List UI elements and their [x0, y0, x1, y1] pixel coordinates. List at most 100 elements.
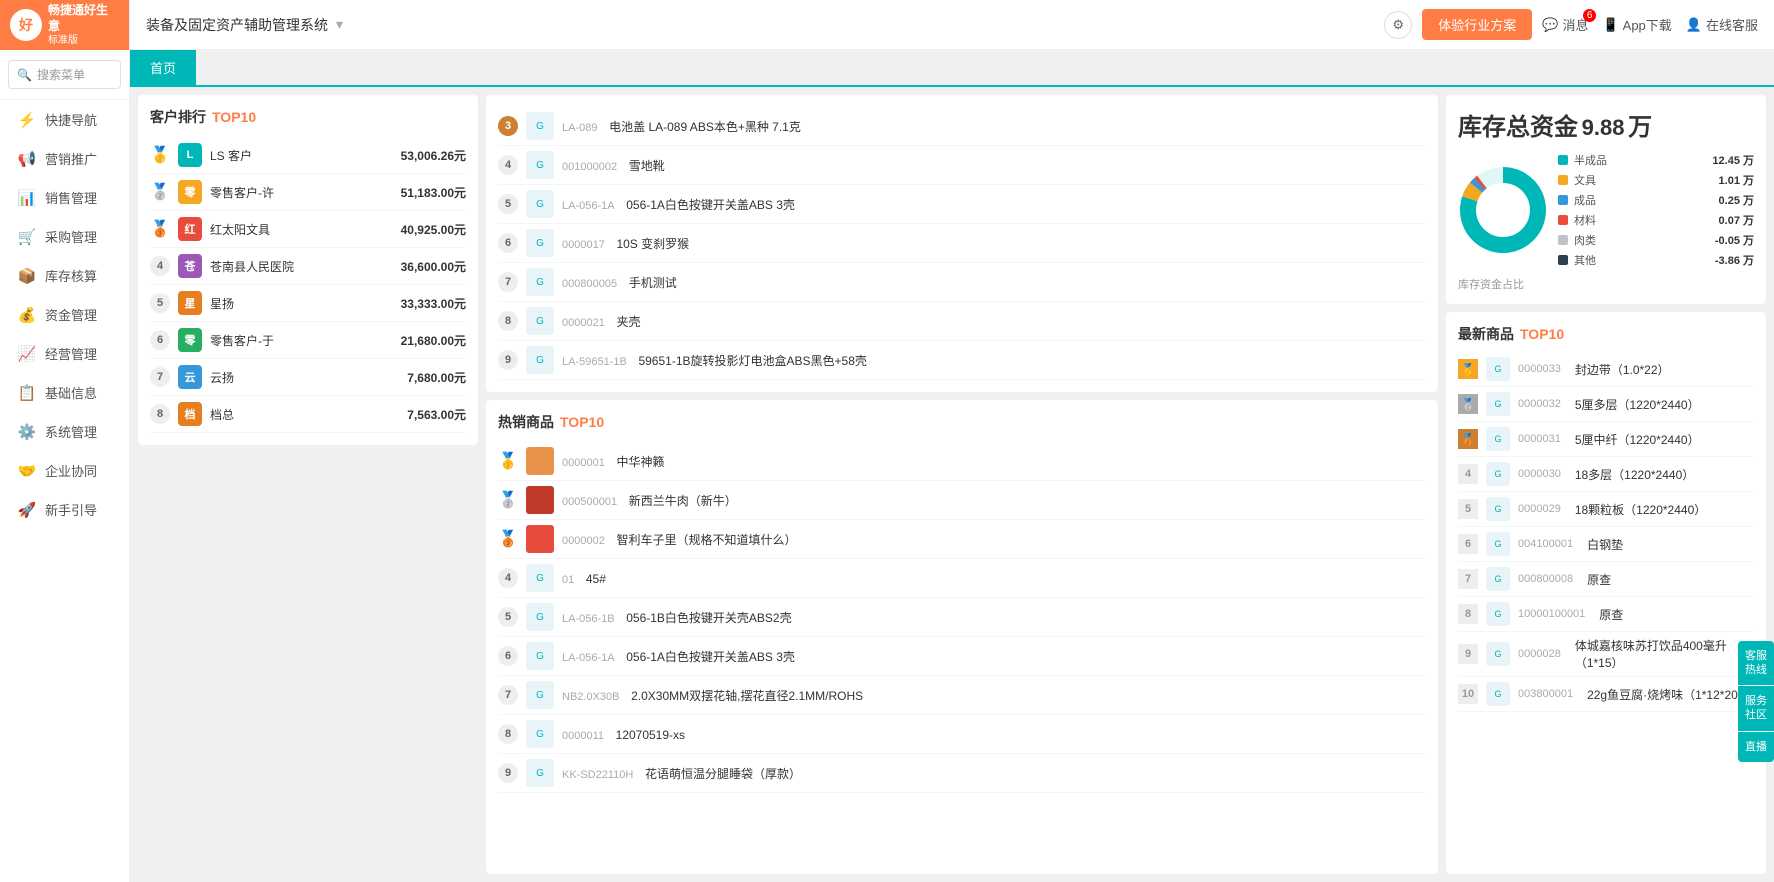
- left-column: 客户排行 TOP10 🥇 L LS 客户 53,006.26元 🥈 零 零售客户…: [138, 95, 478, 874]
- sidebar-item-marketing[interactable]: 📢 营销推广: [0, 139, 129, 178]
- app-download-button[interactable]: 📱 App下载: [1602, 15, 1671, 34]
- new-products-card: 最新商品 TOP10 🥇 G 0000033 封边带（1.0*22） 🥈 G 0…: [1446, 312, 1766, 874]
- sidebar-item-sales[interactable]: 📊 销售管理: [0, 178, 129, 217]
- sidebar-item-enterprise[interactable]: 🤝 企业协同: [0, 451, 129, 490]
- product-code: 001000002: [562, 161, 617, 173]
- product-thumbnail: G: [526, 190, 554, 218]
- inventory-chart-area: 半成品 12.45 万 文具 1.01 万 成品 0.25 万 材料 0.07 …: [1458, 150, 1754, 270]
- new-products-list: 🥇 G 0000033 封边带（1.0*22） 🥈 G 0000032 5厘多层…: [1458, 352, 1754, 712]
- product-name: 夹壳: [616, 315, 640, 329]
- logo-text: 畅捷通好生意 标准版: [48, 3, 119, 47]
- customer-value: 53,006.26元: [401, 147, 466, 164]
- sidebar-item-purchase[interactable]: 🛒 采购管理: [0, 217, 129, 256]
- product-thumbnail: G: [526, 112, 554, 140]
- new-product-code: 0000028: [1518, 648, 1561, 660]
- new-product-thumbnail: G: [1486, 682, 1510, 706]
- inventory-card: 库存总资金 9.88 万: [1446, 95, 1766, 304]
- inventory-icon: 📦: [17, 267, 37, 285]
- legend-name: 文具: [1574, 172, 1713, 188]
- product-code: 0000011: [562, 730, 604, 742]
- float-live-btn[interactable]: 直播: [1738, 732, 1774, 762]
- quick-nav-icon: ⚡: [17, 111, 37, 129]
- customer-name: 档总: [210, 406, 399, 423]
- sidebar-item-basic-info[interactable]: 📋 基础信息: [0, 373, 129, 412]
- rank-indicator: 🥇: [498, 451, 518, 471]
- notification-badge: 6: [1583, 9, 1597, 22]
- customer-name: 零售客户-许: [210, 184, 393, 201]
- sidebar-item-operations[interactable]: 📈 经营管理: [0, 334, 129, 373]
- new-products-title: 最新商品 TOP10: [1458, 324, 1754, 344]
- system-icon: ⚙️: [17, 423, 37, 441]
- sidebar-item-inventory[interactable]: 📦 库存核算: [0, 256, 129, 295]
- tab-home[interactable]: 首页: [130, 50, 196, 85]
- inventory-legend-item: 半成品 12.45 万: [1558, 150, 1754, 170]
- customer-value: 40,925.00元: [401, 221, 466, 238]
- inventory-total: 库存总资金 9.88 万: [1458, 107, 1754, 142]
- hot-products-card: 热销商品 TOP10 🥇 0000001 中华神籁 🥈 000500001 新西…: [486, 400, 1438, 874]
- customer-value: 36,600.00元: [401, 258, 466, 275]
- online-service-button[interactable]: 👤 在线客服: [1686, 15, 1758, 34]
- product-code: 000800005: [562, 278, 617, 290]
- legend-name: 材料: [1574, 212, 1713, 228]
- rank-indicator: 9: [498, 763, 518, 783]
- sidebar-item-system[interactable]: ⚙️ 系统管理: [0, 412, 129, 451]
- product-name: 45#: [586, 572, 606, 586]
- customer-rank-card: 客户排行 TOP10 🥇 L LS 客户 53,006.26元 🥈 零 零售客户…: [138, 95, 478, 445]
- donut-chart: [1458, 165, 1548, 255]
- float-service-btn[interactable]: 客服热线: [1738, 641, 1774, 686]
- product-image: [526, 525, 554, 553]
- new-product-item: 9 G 0000028 体城嘉核味苏打饮品400毫升（1*15）: [1458, 632, 1754, 677]
- product-image: [526, 486, 554, 514]
- new-product-item: 6 G 004100001 白钢垫: [1458, 527, 1754, 562]
- product-code: LA-056-1A: [562, 200, 615, 212]
- rank-number: 8: [150, 404, 170, 424]
- sidebar-item-finance[interactable]: 💰 资金管理: [0, 295, 129, 334]
- product-rank-mid-item: 9 G LA-59651-1B 59651-1B旋转投影灯电池盒ABS黑色+58…: [498, 341, 1426, 380]
- product-code: LA-089: [562, 122, 597, 134]
- hot-product-item: 9 G KK-SD22110H 花语萌恒温分腿睡袋（厚款）: [498, 754, 1426, 793]
- product-image: G: [526, 564, 554, 592]
- hot-product-item: 6 G LA-056-1A 056-1A白色按键开关盖ABS 3壳: [498, 637, 1426, 676]
- rank-indicator: 7: [1458, 569, 1478, 589]
- content-tabs: 首页: [130, 50, 1774, 87]
- customer-avatar: 云: [178, 365, 202, 389]
- new-product-code: 0000033: [1518, 363, 1561, 375]
- search-menu-button[interactable]: 🔍 搜索菜单: [8, 60, 121, 89]
- product-info: NB2.0X30B 2.0X30MM双摆花轴,摆花直径2.1MM/ROHS: [562, 687, 1426, 704]
- rank-number: 8: [498, 311, 518, 331]
- new-product-code: 004100001: [1518, 538, 1573, 550]
- new-product-thumbnail: G: [1486, 427, 1510, 451]
- product-info: 0000002 智利车子里（规格不知道填什么）: [562, 531, 1426, 548]
- rank-number: 6: [150, 330, 170, 350]
- hot-product-item: 8 G 0000011 12070519-xs: [498, 715, 1426, 754]
- trial-plan-button[interactable]: 体验行业方案: [1422, 9, 1532, 40]
- new-product-code: 003800001: [1518, 688, 1573, 700]
- new-product-item: 4 G 0000030 18多层（1220*2440）: [1458, 457, 1754, 492]
- product-code: 0000002: [562, 535, 605, 547]
- legend-name: 肉类: [1574, 232, 1709, 248]
- customer-name: 星扬: [210, 295, 393, 312]
- sidebar: 好 畅捷通好生意 标准版 🔍 搜索菜单 ⚡ 快捷导航 📢 营销推广 📊 销售管理…: [0, 0, 130, 882]
- settings-button[interactable]: ⚙: [1384, 11, 1412, 39]
- rank-indicator: 7: [498, 685, 518, 705]
- legend-value: -3.86 万: [1715, 252, 1754, 268]
- rank-indicator: 4: [498, 568, 518, 588]
- topbar-right: 💬 消息 6 📱 App下载 👤 在线客服: [1542, 15, 1758, 34]
- customer-avatar: 零: [178, 328, 202, 352]
- product-thumbnail: G: [526, 346, 554, 374]
- new-product-code: 0000030: [1518, 468, 1561, 480]
- purchase-icon: 🛒: [17, 228, 37, 246]
- mid-column: 3 G LA-089 电池盖 LA-089 ABS本色+黑种 7.1克 4 G …: [486, 95, 1438, 874]
- float-community-btn[interactable]: 服务社区: [1738, 686, 1774, 731]
- rank-number: 3: [498, 116, 518, 136]
- mobile-icon: 📱: [1602, 17, 1618, 33]
- notifications-button[interactable]: 💬 消息 6: [1542, 15, 1588, 34]
- new-product-name: 22g鱼豆腐·烧烤味（1*12*20）: [1587, 686, 1750, 703]
- product-info: LA-59651-1B 59651-1B旋转投影灯电池盒ABS黑色+58壳: [562, 352, 1426, 369]
- sidebar-item-guide[interactable]: 🚀 新手引导: [0, 490, 129, 529]
- hot-product-item: 5 G LA-056-1B 056-1B白色按键开关壳ABS2壳: [498, 598, 1426, 637]
- sidebar-item-quick-nav[interactable]: ⚡ 快捷导航: [0, 100, 129, 139]
- rank-indicator: 🥇: [1458, 359, 1478, 379]
- customer-avatar: 苍: [178, 254, 202, 278]
- customer-rank-item: 6 零 零售客户-于 21,680.00元: [150, 322, 466, 359]
